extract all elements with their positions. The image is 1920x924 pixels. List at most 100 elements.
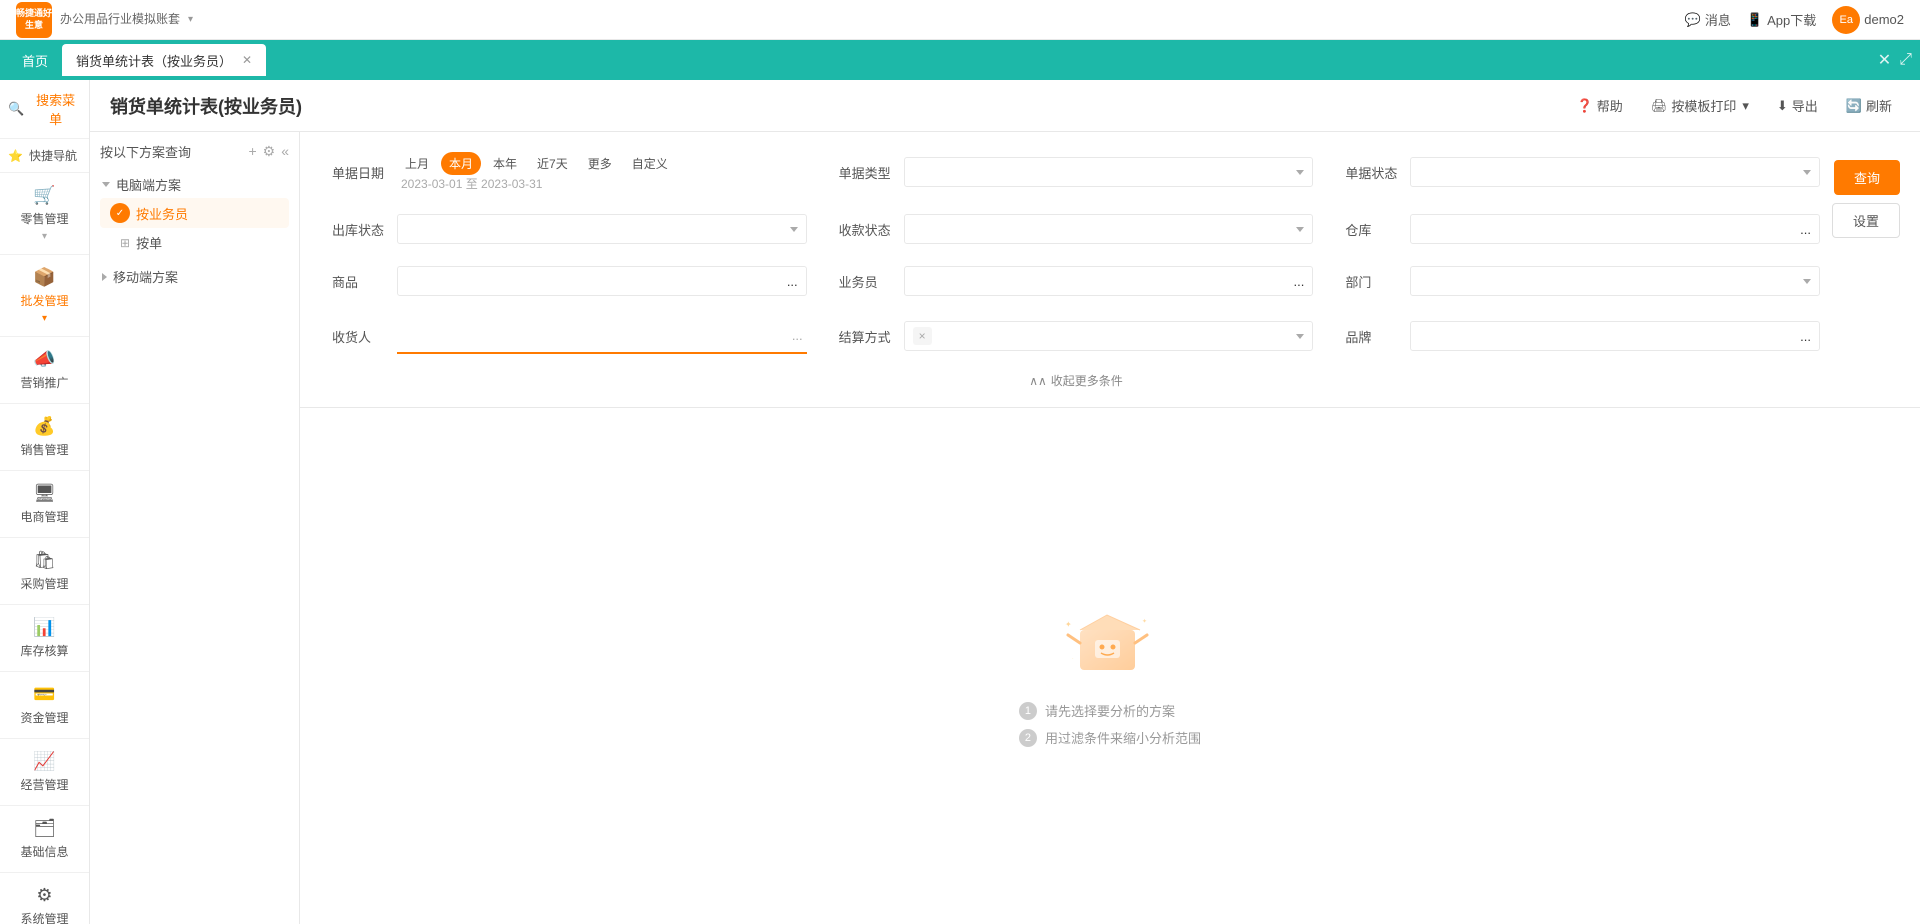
warehouse-select[interactable]: ... — [1410, 214, 1820, 244]
status-label: 单据状态 — [1345, 163, 1410, 182]
empty-tip-1: 1 请先选择要分析的方案 — [1019, 701, 1201, 720]
scheme-group-mobile-header[interactable]: 移动端方案 — [100, 263, 289, 290]
left-panel: 按以下方案查询 + ⚙ « 电脑端方案 ✓ 按业务员 — [90, 132, 300, 924]
sidebar-search[interactable]: 🔍 搜索菜单 — [0, 80, 89, 139]
dept-label: 部门 — [1345, 272, 1410, 291]
tab-close-icon[interactable]: ✕ — [242, 53, 252, 67]
reset-button[interactable]: 设置 — [1832, 203, 1900, 238]
app-download-btn[interactable]: 📱 App下载 — [1747, 10, 1816, 29]
tab-bar: 首页 销货单统计表（按业务员） ✕ ✕ ⤢ — [0, 40, 1920, 80]
tab-sales-stat[interactable]: 销货单统计表（按业务员） ✕ — [62, 44, 266, 76]
search-icon: 🔍 — [8, 101, 24, 117]
settlement-tag: × — [913, 327, 932, 345]
date-tab-last7[interactable]: 近7天 — [529, 152, 576, 175]
scheme-group-desktop: 电脑端方案 ✓ 按业务员 ⊞ 按单 — [100, 171, 289, 257]
settlement-label: 结算方式 — [839, 327, 904, 346]
query-button[interactable]: 查询 — [1834, 160, 1900, 195]
filter-receiver-cell: 收货人 ... — [320, 312, 819, 360]
export-btn[interactable]: ⬇ 导出 — [1769, 92, 1826, 119]
outstatus-label: 出库状态 — [332, 220, 397, 239]
date-tab-this-year[interactable]: 本年 — [485, 152, 525, 175]
tab-expand-icon[interactable]: ⤢ — [1899, 51, 1912, 69]
settlement-tag-remove[interactable]: × — [919, 329, 926, 343]
filter-type-cell: 单据类型 — [827, 146, 1326, 198]
date-filter-input: 上月 本月 本年 近7天 更多 自定义 2023-03-01 至 2023-03… — [397, 152, 807, 192]
tab-home[interactable]: 首页 — [8, 44, 62, 76]
scheme-group-desktop-header[interactable]: 电脑端方案 — [100, 171, 289, 198]
brand-select[interactable]: ... — [1410, 321, 1820, 351]
sidebar-item-purchase[interactable]: 🛍 采购管理 — [0, 538, 89, 605]
empty-tips: 1 请先选择要分析的方案 2 用过滤条件来缩小分析范围 — [1019, 701, 1201, 747]
sidebar-item-basic[interactable]: 🗂 基础信息 — [0, 806, 89, 873]
sidebar-item-inventory[interactable]: 📊 库存核算 — [0, 605, 89, 672]
main-content: ✦ ✦ · 1 请先选择要分析的方案 2 用过滤条件来缩小分析范围 — [300, 408, 1920, 924]
collapse-panel-icon[interactable]: « — [281, 143, 289, 160]
setting-scheme-icon[interactable]: ⚙ — [263, 143, 276, 160]
download-icon: 📱 — [1747, 12, 1763, 28]
date-tab-last-month[interactable]: 上月 — [397, 152, 437, 175]
salesperson-label: 业务员 — [839, 272, 904, 291]
sidebar-item-wholesale[interactable]: 📦 批发管理 ▾ — [0, 255, 89, 337]
sidebar-item-finance[interactable]: 💳 资金管理 — [0, 672, 89, 739]
outstatus-select[interactable] — [397, 214, 807, 244]
filter-salesperson-cell: 业务员 ... — [827, 260, 1326, 302]
user-avatar-btn[interactable]: Ea demo2 — [1832, 6, 1904, 34]
scheme-item-bill[interactable]: ⊞ 按单 — [100, 228, 289, 257]
receiver-dots-icon[interactable]: ... — [792, 328, 803, 343]
left-panel-icons: + ⚙ « — [248, 143, 289, 160]
print-btn[interactable]: 🖨 按模板打印 ▾ — [1643, 92, 1757, 119]
sidebar-item-sys[interactable]: ⚙ 系统管理 — [0, 873, 89, 924]
type-select-input[interactable] — [904, 157, 1314, 187]
date-tab-more[interactable]: 更多 — [580, 152, 620, 175]
page-header: 销货单统计表(按业务员) ❓ 帮助 🖨 按模板打印 ▾ ⬇ 导出 🔄 刷新 — [90, 80, 1920, 132]
expand-arrow-icon — [102, 182, 110, 187]
sidebar-item-sales[interactable]: 💰 销售管理 — [0, 404, 89, 471]
status-chevron-icon — [1803, 170, 1811, 175]
add-scheme-icon[interactable]: + — [248, 143, 256, 160]
left-panel-title: 按以下方案查询 — [100, 142, 191, 161]
date-tab-this-month[interactable]: 本月 — [441, 152, 481, 175]
page-title: 销货单统计表(按业务员) — [110, 93, 302, 119]
empty-tip-2: 2 用过滤条件来缩小分析范围 — [1019, 728, 1201, 747]
collapse-bar: ∧∧ 收起更多条件 — [320, 368, 1832, 393]
filter-outstatus-cell: 出库状态 — [320, 208, 819, 250]
recvstatus-select[interactable] — [904, 214, 1314, 244]
dept-select[interactable] — [1410, 266, 1820, 296]
settlement-select[interactable]: × — [904, 321, 1314, 351]
tab-bar-right: ✕ ⤢ — [1878, 50, 1912, 70]
message-btn[interactable]: 💬 消息 — [1685, 10, 1731, 29]
goods-label: 商品 — [332, 272, 397, 291]
app-name: 办公用品行业模拟账套 — [60, 12, 180, 28]
refresh-btn[interactable]: 🔄 刷新 — [1838, 92, 1900, 119]
sidebar-shortcut[interactable]: ⭐ 快捷导航 — [0, 139, 89, 173]
help-btn[interactable]: ❓ 帮助 — [1569, 92, 1631, 119]
bill-icon: ⊞ — [120, 236, 130, 250]
retail-icon: 🛒 — [33, 185, 55, 206]
scheme-group-mobile: 移动端方案 — [100, 263, 289, 290]
goods-select[interactable]: ... — [397, 266, 807, 296]
ecom-icon: 🖥 — [33, 483, 56, 504]
type-select[interactable] — [904, 157, 1314, 187]
status-select[interactable] — [1410, 157, 1820, 187]
sidebar-item-marketing[interactable]: 📣 营销推广 — [0, 337, 89, 404]
left-panel-header: 按以下方案查询 + ⚙ « — [100, 142, 289, 161]
salesperson-select[interactable]: ... — [904, 266, 1314, 296]
body-split: 按以下方案查询 + ⚙ « 电脑端方案 ✓ 按业务员 — [90, 132, 1920, 924]
recvstatus-chevron-icon — [1296, 227, 1304, 232]
goods-dots-icon: ... — [787, 274, 798, 289]
main-layout: 🔍 搜索菜单 ⭐ 快捷导航 🛒 零售管理 ▾ 📦 批发管理 ▾ 📣 营销推广 💰… — [0, 80, 1920, 924]
scheme-item-salesperson[interactable]: ✓ 按业务员 — [100, 198, 289, 228]
collapse-more-btn[interactable]: ∧∧ 收起更多条件 — [1017, 368, 1135, 393]
sidebar-item-retail[interactable]: 🛒 零售管理 ▾ — [0, 173, 89, 255]
receiver-label: 收货人 — [332, 327, 397, 346]
sidebar-item-ops[interactable]: 📈 经营管理 — [0, 739, 89, 806]
tab-close-all-icon[interactable]: ✕ — [1878, 50, 1891, 70]
date-tab-custom[interactable]: 自定义 — [624, 152, 676, 175]
app-dropdown-arrow[interactable]: ▾ — [188, 14, 193, 25]
warehouse-dots-icon: ... — [1800, 222, 1811, 237]
status-select-input[interactable] — [1410, 157, 1820, 187]
receiver-input[interactable] — [401, 320, 792, 350]
sidebar-item-ecom[interactable]: 🖥 电商管理 — [0, 471, 89, 538]
print-dropdown-icon[interactable]: ▾ — [1742, 98, 1749, 114]
refresh-icon: 🔄 — [1846, 98, 1862, 114]
